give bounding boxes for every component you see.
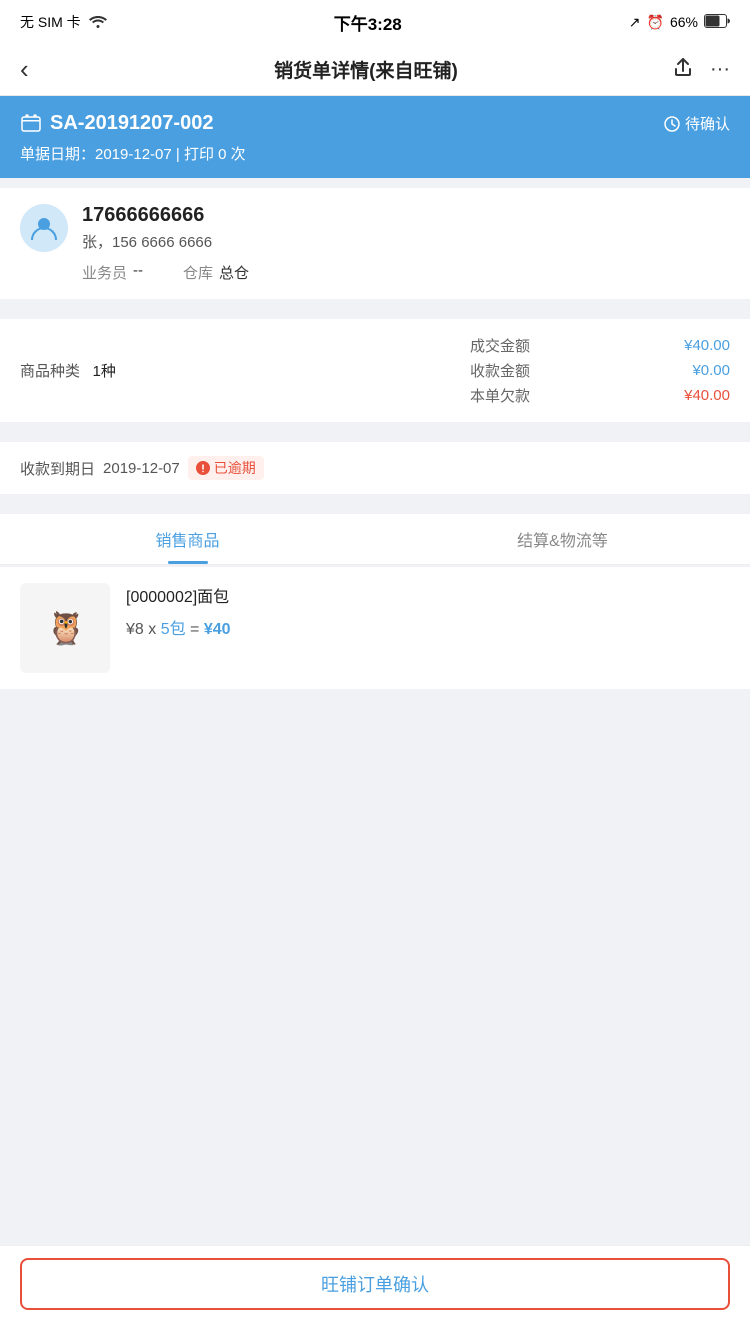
warehouse-field: 仓库 总仓	[183, 262, 249, 283]
summary-left: 商品种类 1种	[20, 360, 116, 381]
due-date-label: 收款到期日	[20, 458, 95, 479]
page-title: 销货单详情(来自旺铺)	[274, 56, 458, 83]
product-thumbnail: 🦉	[20, 583, 110, 673]
summary-right: 成交金额 ¥40.00 收款金额 ¥0.00 本单欠款 ¥40.00	[470, 335, 730, 406]
owed-amount-row: 本单欠款 ¥40.00	[470, 385, 730, 406]
customer-meta: 业务员 -- 仓库 总仓	[82, 262, 730, 283]
customer-phone: 17666666666	[82, 204, 730, 227]
divider-1	[0, 299, 750, 309]
product-qty: 5包	[161, 621, 186, 638]
clock-icon	[664, 116, 680, 132]
tabs: 销售商品 结算&物流等	[0, 514, 750, 564]
overdue-text: 已逾期	[214, 458, 256, 478]
order-date: 单据日期：2019-12-07 | 打印 0 次	[20, 143, 730, 164]
salesperson-label: 业务员	[82, 262, 127, 283]
product-details: [0000002]面包 ¥8 x 5包 = ¥40	[126, 583, 730, 639]
battery-label: 66%	[670, 14, 698, 30]
summary-card: 商品种类 1种 成交金额 ¥40.00 收款金额 ¥0.00 本单欠款 ¥40.…	[0, 319, 750, 422]
product-name: [0000002]面包	[126, 583, 730, 607]
warehouse-value: 总仓	[219, 262, 249, 283]
product-price: ¥8 x 5包 = ¥40	[126, 615, 730, 639]
nav-actions: ···	[672, 56, 730, 84]
battery-icon	[704, 14, 730, 31]
deal-amount-label: 成交金额	[470, 335, 530, 356]
tabs-container: 销售商品 结算&物流等	[0, 514, 750, 565]
status-bar: 无 SIM 卡 下午3:28 ↗ ⏰ 66%	[0, 0, 750, 44]
salesperson-field: 业务员 --	[82, 262, 143, 283]
more-button[interactable]: ···	[710, 58, 730, 81]
received-amount-value: ¥0.00	[692, 362, 730, 379]
sim-label: 无 SIM 卡	[20, 12, 81, 32]
nav-bar: ‹ 销货单详情(来自旺铺) ···	[0, 44, 750, 96]
customer-name: 张，156 6666 6666	[82, 231, 730, 252]
tab-sales-products[interactable]: 销售商品	[0, 514, 375, 564]
equals-text: =	[186, 621, 204, 638]
bottom-bar: 旺铺订单确认	[0, 1245, 750, 1334]
warning-icon	[196, 461, 210, 475]
owed-amount-label: 本单欠款	[470, 385, 530, 406]
tab-settlement[interactable]: 结算&物流等	[375, 514, 750, 564]
location-icon: ↗	[629, 14, 641, 31]
order-icon	[20, 113, 42, 135]
product-types-value: 1种	[93, 363, 116, 380]
deal-amount-value: ¥40.00	[684, 337, 730, 354]
due-date-card: 收款到期日 2019-12-07 已逾期	[0, 442, 750, 494]
product-logo: 🦉	[46, 609, 84, 647]
received-amount-row: 收款金额 ¥0.00	[470, 360, 730, 381]
customer-card: 17666666666 张，156 6666 6666 业务员 -- 仓库 总仓	[0, 188, 750, 299]
warehouse-label: 仓库	[183, 262, 213, 283]
avatar	[20, 204, 68, 252]
back-button[interactable]: ‹	[20, 54, 60, 85]
wifi-icon	[89, 14, 107, 31]
divider-3	[0, 494, 750, 504]
salesperson-value: --	[133, 262, 143, 283]
owed-amount-value: ¥40.00	[684, 387, 730, 404]
status-left: 无 SIM 卡	[20, 12, 107, 32]
order-header: SA-20191207-002 待确认 单据日期：2019-12-07 | 打印…	[0, 96, 750, 178]
avatar-icon	[29, 213, 59, 243]
confirm-order-button[interactable]: 旺铺订单确认	[20, 1258, 730, 1310]
order-status: 待确认	[664, 113, 730, 134]
status-right: ↗ ⏰ 66%	[629, 14, 730, 31]
overdue-badge: 已逾期	[188, 456, 264, 480]
due-date-value: 2019-12-07	[103, 460, 180, 477]
price-text: ¥8 x	[126, 621, 161, 638]
share-button[interactable]	[672, 56, 694, 84]
summary-row: 商品种类 1种 成交金额 ¥40.00 收款金额 ¥0.00 本单欠款 ¥40.…	[20, 335, 730, 406]
bottom-spacer	[0, 689, 750, 889]
products-card: 🦉 [0000002]面包 ¥8 x 5包 = ¥40	[0, 567, 750, 689]
deal-amount-row: 成交金额 ¥40.00	[470, 335, 730, 356]
product-item: 🦉 [0000002]面包 ¥8 x 5包 = ¥40	[20, 583, 730, 673]
status-time: 下午3:28	[334, 10, 402, 35]
customer-details: 17666666666 张，156 6666 6666 业务员 -- 仓库 总仓	[82, 204, 730, 283]
product-total: ¥40	[204, 621, 231, 638]
order-id: SA-20191207-002	[20, 112, 213, 135]
due-date-row: 收款到期日 2019-12-07 已逾期	[20, 456, 730, 480]
received-amount-label: 收款金额	[470, 360, 530, 381]
product-types-label: 商品种类	[20, 363, 80, 380]
divider-2	[0, 422, 750, 432]
alarm-icon: ⏰	[647, 14, 664, 31]
